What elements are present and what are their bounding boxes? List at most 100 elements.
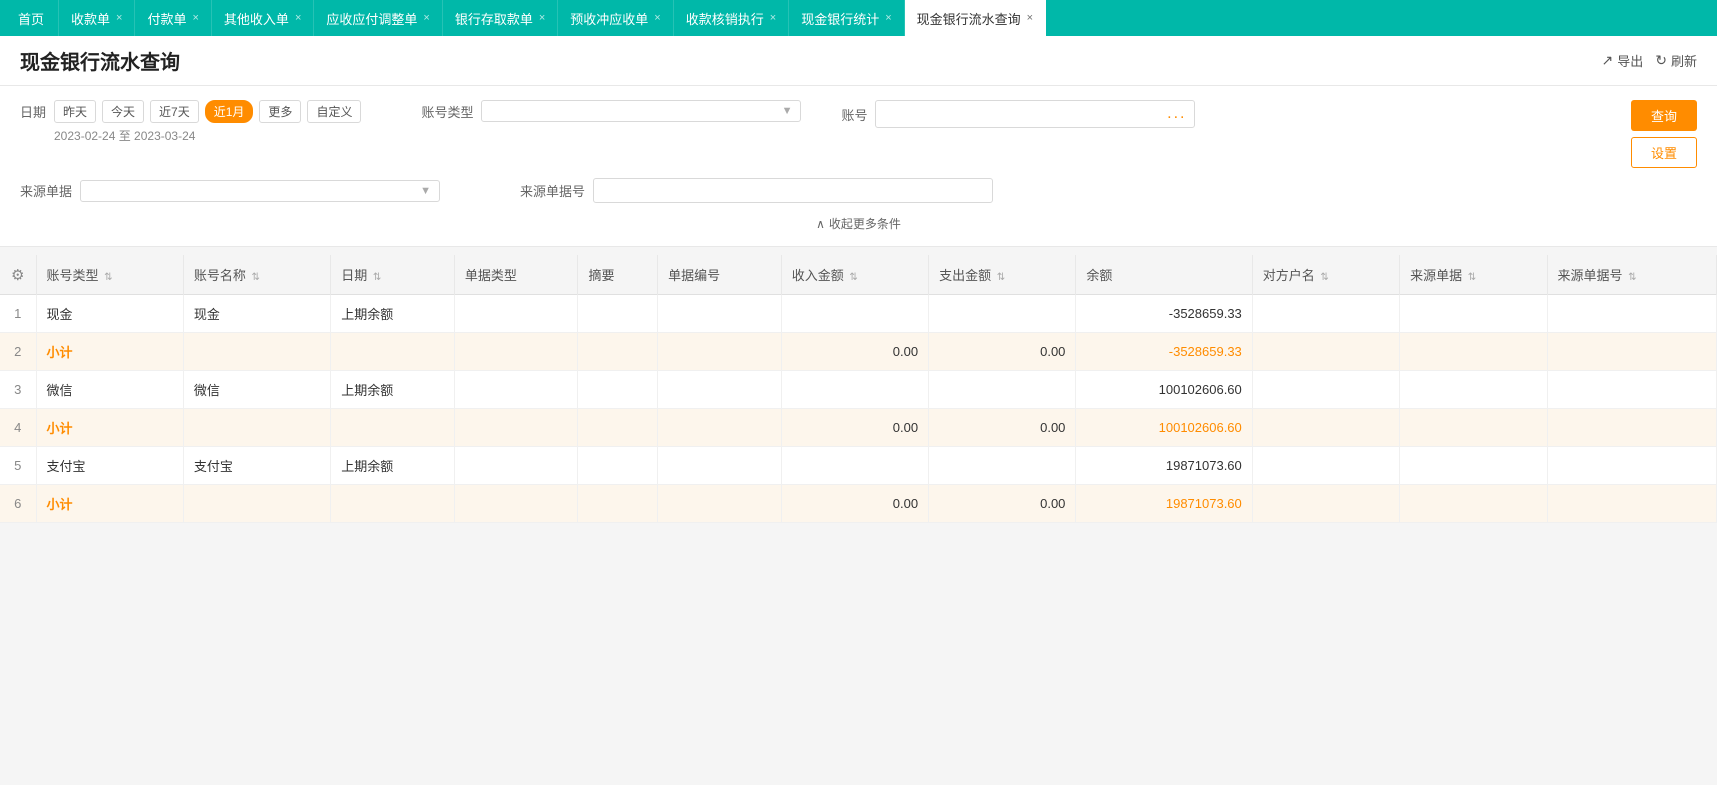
page-header: 现金银行流水查询 ↗ 导出 ↻ 刷新 (0, 36, 1717, 86)
close-icon[interactable]: × (770, 12, 776, 24)
export-button[interactable]: ↗ 导出 (1602, 51, 1644, 70)
cell-balance: 100102606.60 (1076, 371, 1252, 409)
cell-source-doc-no (1547, 333, 1717, 371)
date-btn-1month[interactable]: 近1月 (205, 100, 254, 123)
collapse-bar[interactable]: ∧ 收起更多条件 (20, 211, 1697, 236)
cell-index: 4 (0, 409, 36, 447)
settings-button[interactable]: 设置 (1631, 137, 1697, 168)
col-account-type[interactable]: 账号类型 ⇅ (36, 255, 183, 295)
sort-icon: ⇅ (252, 272, 260, 283)
source-doc-select[interactable]: ▼ (80, 180, 440, 202)
sort-icon: ⇅ (1468, 272, 1476, 283)
cell-account-type: 现金 (36, 295, 183, 333)
cell-counterpart (1252, 409, 1399, 447)
cell-expense: 0.00 (929, 485, 1076, 523)
cell-date: 上期余额 (331, 447, 455, 485)
cell-balance: -3528659.33 (1076, 295, 1252, 333)
tab-yinhangcunqu[interactable]: 银行存取款单 × (443, 0, 558, 36)
tab-yushouchong[interactable]: 预收冲应收单 × (558, 0, 673, 36)
account-type-label: 账号类型 (421, 102, 473, 121)
tab-xianjinyinhang[interactable]: 现金银行统计 × (789, 0, 904, 36)
col-date[interactable]: 日期 ⇅ (331, 255, 455, 295)
cell-source-doc-no (1547, 371, 1717, 409)
col-source-doc-no[interactable]: 来源单据号 ⇅ (1547, 255, 1717, 295)
gear-icon[interactable]: ⚙ (11, 267, 24, 284)
cell-doc-no (658, 295, 782, 333)
source-doc-no-input[interactable] (593, 178, 993, 203)
tab-liushui[interactable]: 现金银行流水查询 × (905, 0, 1046, 36)
cell-date (331, 409, 455, 447)
cell-index: 1 (0, 295, 36, 333)
close-icon[interactable]: × (423, 12, 429, 24)
cell-counterpart (1252, 371, 1399, 409)
cell-summary (578, 447, 658, 485)
cell-expense: 0.00 (929, 409, 1076, 447)
tab-yingshouyingfu[interactable]: 应收应付调整单 × (314, 0, 442, 36)
cell-account-name (183, 485, 330, 523)
filter-area: 日期 昨天 今天 近7天 近1月 更多 自定义 2023-02-24 至 202… (0, 86, 1717, 247)
nav-home[interactable]: 首页 (4, 0, 59, 36)
table-body: 1 现金 现金 上期余额 -3528659.33 2 小计 0.00 0.00 … (0, 295, 1717, 523)
tab-shoukuandan[interactable]: 收款单 × (59, 0, 135, 36)
col-summary: 摘要 (578, 255, 658, 295)
col-doc-type: 单据类型 (454, 255, 578, 295)
close-icon[interactable]: × (192, 12, 198, 24)
sort-icon: ⇅ (104, 272, 112, 283)
date-btn-more[interactable]: 更多 (259, 100, 301, 123)
cell-summary (578, 295, 658, 333)
top-nav: 首页 收款单 × 付款单 × 其他收入单 × 应收应付调整单 × 银行存取款单 … (0, 0, 1717, 36)
close-icon[interactable]: × (1027, 12, 1033, 24)
refresh-button[interactable]: ↻ 刷新 (1655, 51, 1697, 70)
col-source-doc[interactable]: 来源单据 ⇅ (1400, 255, 1547, 295)
col-counterpart[interactable]: 对方户名 ⇅ (1252, 255, 1399, 295)
page-title: 现金银行流水查询 (20, 46, 180, 75)
date-label: 日期 (20, 102, 46, 121)
cell-balance: 19871073.60 (1076, 485, 1252, 523)
table-row: 1 现金 现金 上期余额 -3528659.33 (0, 295, 1717, 333)
query-button[interactable]: 查询 (1631, 100, 1697, 131)
tab-shoukuanxiaoxiao[interactable]: 收款核销执行 × (674, 0, 789, 36)
close-icon[interactable]: × (885, 12, 891, 24)
sort-icon: ⇅ (849, 272, 857, 283)
close-icon[interactable]: × (116, 12, 122, 24)
cell-source-doc (1400, 409, 1547, 447)
cell-doc-no (658, 333, 782, 371)
cell-account-name (183, 409, 330, 447)
cell-index: 3 (0, 371, 36, 409)
col-account-name[interactable]: 账号名称 ⇅ (183, 255, 330, 295)
cell-counterpart (1252, 295, 1399, 333)
header-actions: ↗ 导出 ↻ 刷新 (1602, 51, 1698, 70)
tab-qitashouru[interactable]: 其他收入单 × (212, 0, 314, 36)
export-icon: ↗ (1602, 52, 1614, 69)
close-icon[interactable]: × (295, 12, 301, 24)
cell-source-doc-no (1547, 295, 1717, 333)
cell-counterpart (1252, 447, 1399, 485)
account-type-select[interactable]: ▼ (481, 100, 801, 122)
cell-income (781, 371, 928, 409)
date-btn-7days[interactable]: 近7天 (150, 100, 199, 123)
col-income[interactable]: 收入金额 ⇅ (781, 255, 928, 295)
cell-account-name: 微信 (183, 371, 330, 409)
tab-fukuandan[interactable]: 付款单 × (135, 0, 211, 36)
cell-date (331, 333, 455, 371)
cell-balance: 100102606.60 (1076, 409, 1252, 447)
col-expense[interactable]: 支出金额 ⇅ (929, 255, 1076, 295)
col-doc-no: 单据编号 (658, 255, 782, 295)
account-dots[interactable]: ... (1167, 105, 1186, 123)
date-btn-yesterday[interactable]: 昨天 (54, 100, 96, 123)
date-btn-today[interactable]: 今天 (102, 100, 144, 123)
date-btn-custom[interactable]: 自定义 (307, 100, 361, 123)
cell-account-name: 支付宝 (183, 447, 330, 485)
table-row: 2 小计 0.00 0.00 -3528659.33 (0, 333, 1717, 371)
table-row: 3 微信 微信 上期余额 100102606.60 (0, 371, 1717, 409)
cell-source-doc (1400, 295, 1547, 333)
chevron-down-icon: ▼ (782, 105, 793, 117)
account-label: 账号 (841, 105, 867, 124)
cell-account-type: 支付宝 (36, 447, 183, 485)
sort-icon: ⇅ (997, 272, 1005, 283)
close-icon[interactable]: × (539, 12, 545, 24)
source-doc-no-label: 来源单据号 (520, 181, 585, 200)
sort-icon: ⇅ (1320, 272, 1328, 283)
close-icon[interactable]: × (654, 12, 660, 24)
account-select[interactable]: ... (875, 100, 1195, 128)
